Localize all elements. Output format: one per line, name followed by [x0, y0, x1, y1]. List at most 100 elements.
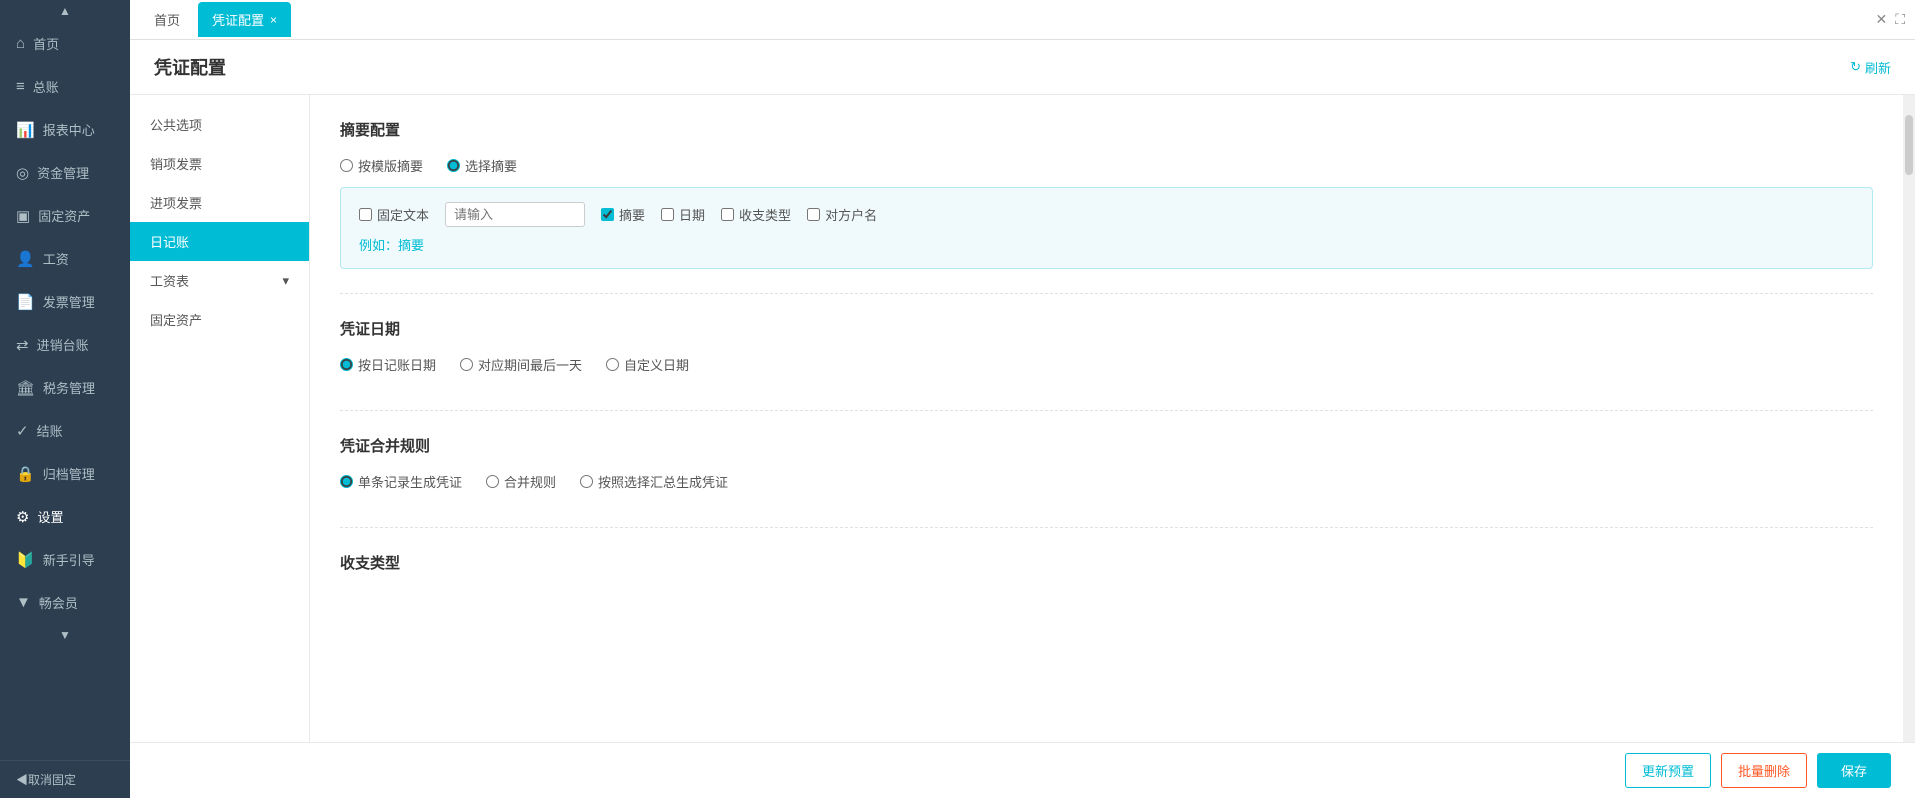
salary-icon: 👤 [16, 250, 35, 268]
assets-icon: ▣ [16, 207, 30, 225]
sidebar-item-invoice[interactable]: 📄 发票管理 [0, 280, 130, 323]
checkbox-income-type[interactable]: 收支类型 [721, 205, 791, 224]
save-button[interactable]: 保存 [1817, 753, 1891, 788]
nav-item-sales-invoice[interactable]: 销项发票 [130, 144, 309, 183]
tab-bar-actions: ✕ ⛶ [1875, 11, 1905, 28]
refresh-button[interactable]: ↻ 刷新 [1850, 58, 1891, 77]
voucher-date-radio-group: 按日记账日期 对应期间最后一天 自定义日期 [340, 355, 1873, 374]
radio-last-day-input[interactable] [460, 358, 473, 371]
income-type-title: 收支类型 [340, 552, 1873, 573]
radio-last-day[interactable]: 对应期间最后一天 [460, 355, 582, 374]
nav-item-journal[interactable]: 日记账 [130, 222, 309, 261]
income-type-section: 收支类型 [340, 552, 1873, 613]
radio-merge[interactable]: 合并规则 [486, 472, 556, 491]
sidebar-item-trade[interactable]: ⇄ 进销台账 [0, 323, 130, 366]
sidebar-item-ledger[interactable]: ≡ 总账 [0, 65, 130, 108]
sidebar-item-assets[interactable]: ▣ 固定资产 [0, 194, 130, 237]
checkbox-date-input[interactable] [661, 208, 674, 221]
outer-scrollbar-thumb[interactable] [1905, 115, 1913, 175]
sidebar-item-funds[interactable]: ◎ 资金管理 [0, 151, 130, 194]
checkbox-fixed-text[interactable]: 固定文本 [359, 205, 429, 224]
content-area: 凭证配置 ↻ 刷新 公共选项 销项发票 进项发票 日记账 [130, 40, 1915, 798]
nav-item-fixed-assets[interactable]: 固定资产 [130, 300, 309, 339]
radio-select-summary-input[interactable] [447, 159, 460, 172]
sidebar-scroll-up[interactable]: ▲ [0, 0, 130, 22]
radio-select-merge[interactable]: 按照选择汇总生成凭证 [580, 472, 728, 491]
checkbox-counterpart[interactable]: 对方户名 [807, 205, 877, 224]
sidebar-item-report[interactable]: 📊 报表中心 [0, 108, 130, 151]
tab-bar: 首页 凭证配置 × ✕ ⛶ [130, 0, 1915, 40]
merge-rule-section: 凭证合并规则 单条记录生成凭证 合并规则 按照选择汇总生成凭证 [340, 435, 1873, 528]
window-close-button[interactable]: ✕ [1875, 11, 1887, 28]
radio-custom-date-input[interactable] [606, 358, 619, 371]
sidebar-item-guide[interactable]: 🔰 新手引导 [0, 538, 130, 581]
checkbox-summary-input[interactable] [601, 208, 614, 221]
sidebar-scroll-down[interactable]: ▼ [0, 624, 130, 646]
sidebar-item-archive[interactable]: 🔒 归档管理 [0, 452, 130, 495]
radio-journal-date-input[interactable] [340, 358, 353, 371]
sidebar-item-member[interactable]: ▼ 畅会员 [0, 581, 130, 624]
radio-select-merge-input[interactable] [580, 475, 593, 488]
member-icon: ▼ [16, 594, 31, 611]
sidebar-unpin-button[interactable]: ◀取消固定 [0, 760, 130, 798]
radio-custom-date[interactable]: 自定义日期 [606, 355, 689, 374]
page-header: 凭证配置 ↻ 刷新 [130, 40, 1915, 95]
sidebar-item-salary[interactable]: 👤 工资 [0, 237, 130, 280]
tab-voucher-config[interactable]: 凭证配置 × [198, 2, 291, 37]
update-preview-button[interactable]: 更新预置 [1625, 753, 1711, 788]
summary-section-title: 摘要配置 [340, 119, 1873, 140]
merge-rule-radio-group: 单条记录生成凭证 合并规则 按照选择汇总生成凭证 [340, 472, 1873, 491]
nav-arrow-icon: ▾ [282, 273, 289, 289]
tab-close-button[interactable]: × [270, 13, 277, 27]
funds-icon: ◎ [16, 164, 29, 182]
refresh-icon: ↻ [1850, 59, 1861, 75]
example-text: 例如：摘要 [359, 235, 1854, 254]
merge-rule-title: 凭证合并规则 [340, 435, 1873, 456]
archive-icon: 🔒 [16, 465, 35, 483]
bottom-bar: 更新预置 批量删除 保存 [130, 742, 1915, 798]
radio-template-summary-input[interactable] [340, 159, 353, 172]
sidebar: ▲ ⌂ 首页 ≡ 总账 📊 报表中心 ◎ 资金管理 ▣ 固定资产 👤 工资 📄 … [0, 0, 130, 798]
radio-template-summary[interactable]: 按模版摘要 [340, 156, 423, 175]
home-icon: ⌂ [16, 35, 25, 52]
checkbox-date[interactable]: 日期 [661, 205, 705, 224]
checkbox-income-type-input[interactable] [721, 208, 734, 221]
nav-item-purchase-invoice[interactable]: 进项发票 [130, 183, 309, 222]
summary-checkbox-row: 固定文本 摘要 日期 [359, 202, 1854, 227]
fixed-text-input[interactable] [445, 202, 585, 227]
summary-section: 摘要配置 按模版摘要 选择摘要 [340, 119, 1873, 294]
invoice-icon: 📄 [16, 293, 35, 311]
checkbox-fixed-text-input[interactable] [359, 208, 372, 221]
radio-single[interactable]: 单条记录生成凭证 [340, 472, 462, 491]
tab-home[interactable]: 首页 [140, 2, 194, 37]
sidebar-item-tax[interactable]: 🏛 税务管理 [0, 366, 130, 409]
tax-icon: 🏛 [16, 379, 35, 397]
voucher-date-section: 凭证日期 按日记账日期 对应期间最后一天 自定义日期 [340, 318, 1873, 411]
nav-item-payroll[interactable]: 工资表 ▾ [130, 261, 309, 300]
settle-icon: ✓ [16, 422, 29, 440]
left-nav: 公共选项 销项发票 进项发票 日记账 工资表 ▾ 固定资产 [130, 95, 310, 742]
checkbox-counterpart-input[interactable] [807, 208, 820, 221]
sidebar-item-settle[interactable]: ✓ 结账 [0, 409, 130, 452]
window-resize-button[interactable]: ⛶ [1895, 11, 1905, 28]
radio-select-summary[interactable]: 选择摘要 [447, 156, 517, 175]
page-title: 凭证配置 [154, 54, 226, 80]
report-icon: 📊 [16, 121, 35, 139]
guide-icon: 🔰 [16, 551, 35, 569]
radio-merge-input[interactable] [486, 475, 499, 488]
trade-icon: ⇄ [16, 336, 29, 354]
voucher-date-title: 凭证日期 [340, 318, 1873, 339]
settings-icon: ⚙ [16, 508, 29, 526]
ledger-icon: ≡ [16, 78, 25, 95]
batch-delete-button[interactable]: 批量删除 [1721, 753, 1807, 788]
radio-single-input[interactable] [340, 475, 353, 488]
summary-config-box: 固定文本 摘要 日期 [340, 187, 1873, 269]
nav-item-public[interactable]: 公共选项 [130, 105, 309, 144]
radio-journal-date[interactable]: 按日记账日期 [340, 355, 436, 374]
outer-scrollbar[interactable] [1903, 95, 1915, 742]
checkbox-summary[interactable]: 摘要 [601, 205, 645, 224]
right-content: 摘要配置 按模版摘要 选择摘要 [310, 95, 1903, 742]
sidebar-item-settings[interactable]: ⚙ 设置 [0, 495, 130, 538]
sidebar-item-home[interactable]: ⌂ 首页 [0, 22, 130, 65]
main-area: 首页 凭证配置 × ✕ ⛶ 凭证配置 ↻ 刷新 公共选项 [130, 0, 1915, 798]
